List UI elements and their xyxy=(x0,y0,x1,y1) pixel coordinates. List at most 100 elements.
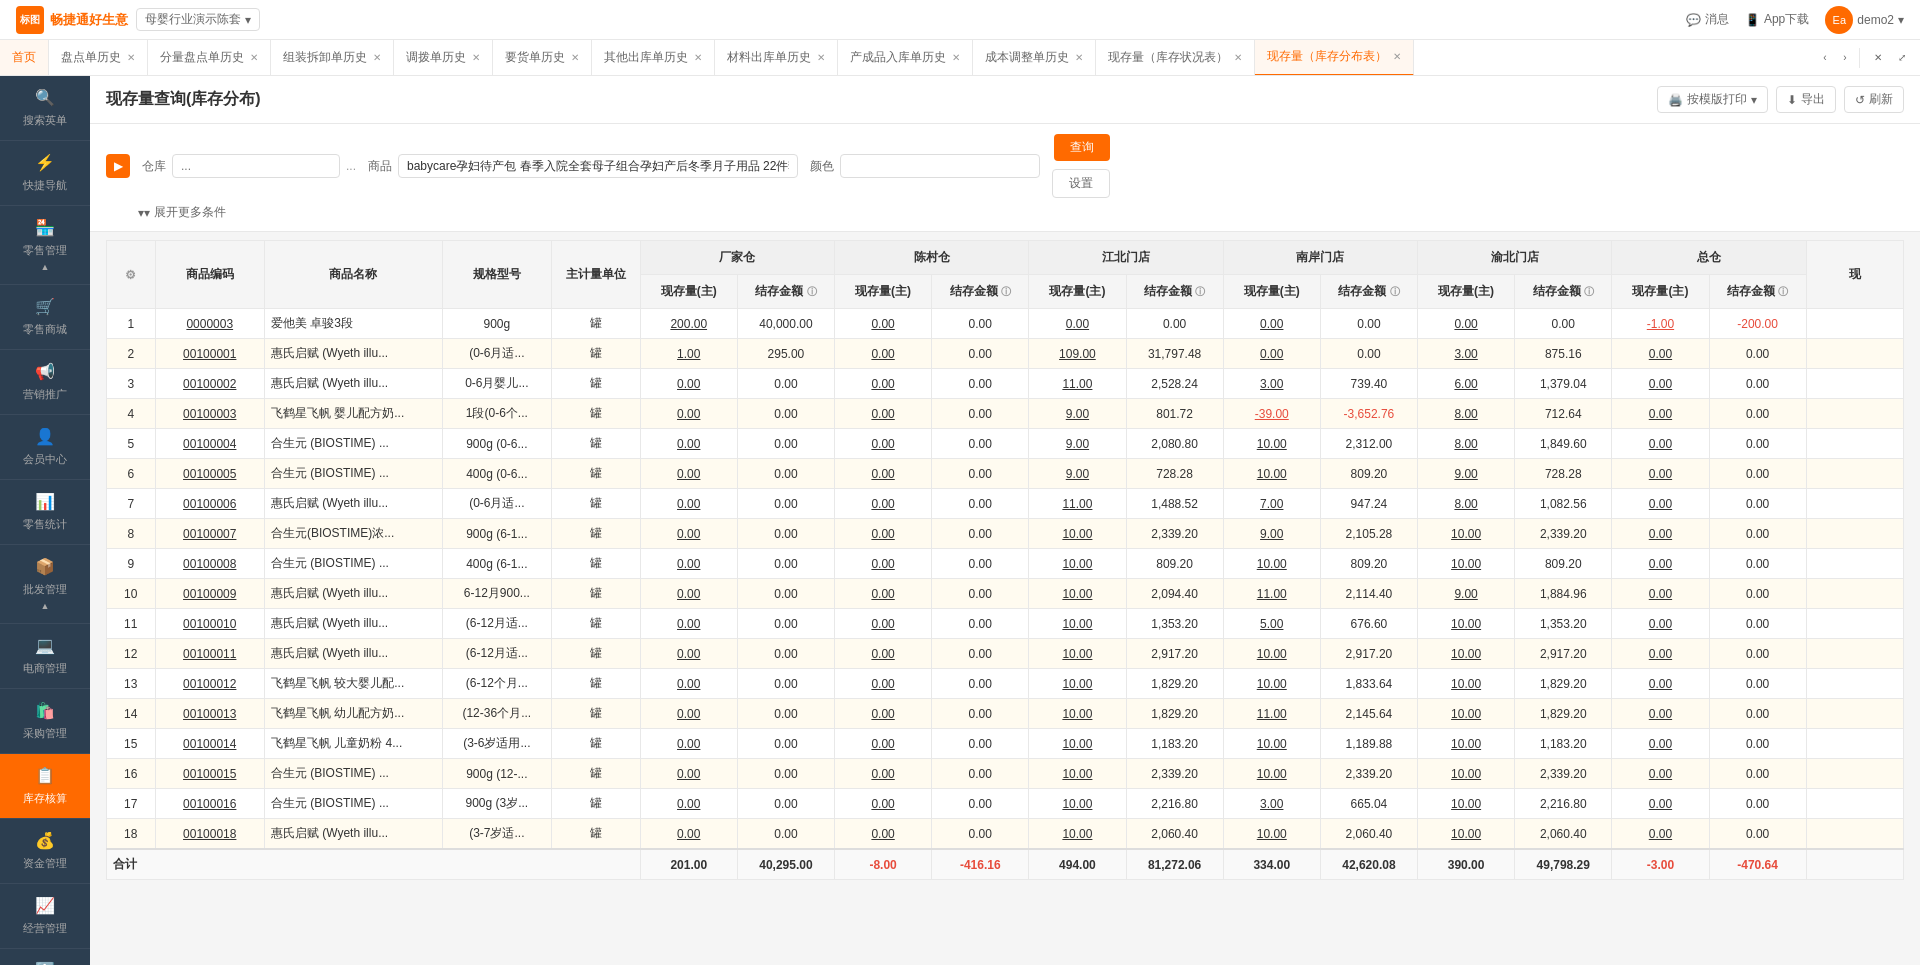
cell-code[interactable]: 00100014 xyxy=(155,729,264,759)
refresh-btn[interactable]: ↺ 刷新 xyxy=(1844,86,1904,113)
cell-code[interactable]: 00100008 xyxy=(155,549,264,579)
cell-f-stock[interactable]: 0.00 xyxy=(640,549,737,579)
nav-next-btn[interactable]: › xyxy=(1835,48,1855,68)
cell-t-stock[interactable]: 0.00 xyxy=(1612,669,1709,699)
cell-c-stock[interactable]: 0.00 xyxy=(834,819,931,850)
cell-c-stock[interactable]: 0.00 xyxy=(834,789,931,819)
cell-y-stock[interactable]: 10.00 xyxy=(1418,639,1515,669)
cell-f-stock[interactable]: 0.00 xyxy=(640,459,737,489)
cell-code[interactable]: 00100015 xyxy=(155,759,264,789)
nav-tab[interactable]: 材料出库单历史✕ xyxy=(715,40,838,76)
nav-tab[interactable]: 产成品入库单历史✕ xyxy=(838,40,973,76)
cell-y-stock[interactable]: 10.00 xyxy=(1418,609,1515,639)
cell-j-stock[interactable]: 10.00 xyxy=(1029,519,1126,549)
sidebar-item-电商管理[interactable]: 💻电商管理 xyxy=(0,624,90,689)
cell-code[interactable]: 00100013 xyxy=(155,699,264,729)
cell-y-stock[interactable]: 3.00 xyxy=(1418,339,1515,369)
cell-t-stock[interactable]: 0.00 xyxy=(1612,369,1709,399)
info-icon-4[interactable]: ⓘ xyxy=(1390,286,1400,297)
cell-code[interactable]: 00100012 xyxy=(155,669,264,699)
cell-code[interactable]: 00100004 xyxy=(155,429,264,459)
filter-collapse-btn[interactable]: ▶ xyxy=(106,154,130,178)
cell-f-stock[interactable]: 0.00 xyxy=(640,639,737,669)
cell-j-stock[interactable]: 11.00 xyxy=(1029,489,1126,519)
cell-f-stock[interactable]: 0.00 xyxy=(640,729,737,759)
cell-t-stock[interactable]: 0.00 xyxy=(1612,489,1709,519)
cell-c-stock[interactable]: 0.00 xyxy=(834,309,931,339)
cell-n-stock[interactable]: 10.00 xyxy=(1223,759,1320,789)
cell-code[interactable]: 0000003 xyxy=(155,309,264,339)
app-download-btn[interactable]: 📱 App下载 xyxy=(1745,11,1809,28)
cell-y-stock[interactable]: 8.00 xyxy=(1418,429,1515,459)
expand-condition-btn[interactable]: ▾▾ 展开更多条件 xyxy=(138,204,1904,221)
cell-j-stock[interactable]: 10.00 xyxy=(1029,789,1126,819)
info-icon-6[interactable]: ⓘ xyxy=(1778,286,1788,297)
cell-j-stock[interactable]: 10.00 xyxy=(1029,759,1126,789)
cell-f-stock[interactable]: 1.00 xyxy=(640,339,737,369)
cell-n-stock[interactable]: 10.00 xyxy=(1223,459,1320,489)
cell-y-stock[interactable]: 9.00 xyxy=(1418,459,1515,489)
cell-code[interactable]: 00100001 xyxy=(155,339,264,369)
cell-c-stock[interactable]: 0.00 xyxy=(834,459,931,489)
cell-t-stock[interactable]: 0.00 xyxy=(1612,699,1709,729)
cell-y-stock[interactable]: 6.00 xyxy=(1418,369,1515,399)
cell-t-stock[interactable]: -1.00 xyxy=(1612,309,1709,339)
cell-j-stock[interactable]: 0.00 xyxy=(1029,309,1126,339)
nav-tab[interactable]: 组装拆卸单历史✕ xyxy=(271,40,394,76)
tab-close-icon[interactable]: ✕ xyxy=(1393,51,1401,62)
cell-j-stock[interactable]: 9.00 xyxy=(1029,429,1126,459)
cell-j-stock[interactable]: 10.00 xyxy=(1029,729,1126,759)
setting-btn[interactable]: 设置 xyxy=(1052,169,1110,198)
cell-n-stock[interactable]: 7.00 xyxy=(1223,489,1320,519)
cell-t-stock[interactable]: 0.00 xyxy=(1612,759,1709,789)
cell-f-stock[interactable]: 0.00 xyxy=(640,699,737,729)
cell-c-stock[interactable]: 0.00 xyxy=(834,669,931,699)
cell-t-stock[interactable]: 0.00 xyxy=(1612,819,1709,850)
tab-close-icon[interactable]: ✕ xyxy=(127,52,135,63)
cell-n-stock[interactable]: 10.00 xyxy=(1223,669,1320,699)
nav-tab[interactable]: 盘点单历史✕ xyxy=(49,40,148,76)
cell-j-stock[interactable]: 11.00 xyxy=(1029,369,1126,399)
cell-t-stock[interactable]: 0.00 xyxy=(1612,579,1709,609)
cell-t-stock[interactable]: 0.00 xyxy=(1612,789,1709,819)
cell-c-stock[interactable]: 0.00 xyxy=(834,609,931,639)
cell-y-stock[interactable]: 10.00 xyxy=(1418,519,1515,549)
info-icon-2[interactable]: ⓘ xyxy=(1001,286,1011,297)
cell-j-stock[interactable]: 10.00 xyxy=(1029,639,1126,669)
org-selector[interactable]: 母婴行业演示陈套 ▾ xyxy=(136,8,260,31)
cell-y-stock[interactable]: 10.00 xyxy=(1418,669,1515,699)
cell-c-stock[interactable]: 0.00 xyxy=(834,549,931,579)
cell-t-stock[interactable]: 0.00 xyxy=(1612,549,1709,579)
color-input[interactable] xyxy=(840,154,1040,178)
cell-y-stock[interactable]: 10.00 xyxy=(1418,549,1515,579)
sidebar-item-经营管理[interactable]: 📈经营管理 xyxy=(0,884,90,949)
nav-tab[interactable]: 其他出库单历史✕ xyxy=(592,40,715,76)
cell-j-stock[interactable]: 109.00 xyxy=(1029,339,1126,369)
tab-close-icon[interactable]: ✕ xyxy=(571,52,579,63)
user-area[interactable]: Ea demo2 ▾ xyxy=(1825,6,1904,34)
cell-f-stock[interactable]: 0.00 xyxy=(640,759,737,789)
cell-code[interactable]: 00100003 xyxy=(155,399,264,429)
cell-t-stock[interactable]: 0.00 xyxy=(1612,459,1709,489)
cell-n-stock[interactable]: 9.00 xyxy=(1223,519,1320,549)
nav-tab[interactable]: 现存量（库存分布表）✕ xyxy=(1255,40,1414,76)
sidebar-item-采购管理[interactable]: 🛍️采购管理 xyxy=(0,689,90,754)
info-icon-5[interactable]: ⓘ xyxy=(1584,286,1594,297)
cell-n-stock[interactable]: 0.00 xyxy=(1223,309,1320,339)
cell-code[interactable]: 00100010 xyxy=(155,609,264,639)
cell-y-stock[interactable]: 10.00 xyxy=(1418,819,1515,850)
cell-c-stock[interactable]: 0.00 xyxy=(834,399,931,429)
cell-f-stock[interactable]: 0.00 xyxy=(640,819,737,850)
sidebar-item-零售管理[interactable]: 🏪零售管理▲ xyxy=(0,206,90,285)
cell-code[interactable]: 00100016 xyxy=(155,789,264,819)
sidebar-item-搜索英单[interactable]: 🔍搜索英单 xyxy=(0,76,90,141)
nav-tab[interactable]: 分量盘点单历史✕ xyxy=(148,40,271,76)
cell-c-stock[interactable]: 0.00 xyxy=(834,339,931,369)
cell-c-stock[interactable]: 0.00 xyxy=(834,639,931,669)
nav-close-all-btn[interactable]: ✕ xyxy=(1868,48,1888,68)
cell-t-stock[interactable]: 0.00 xyxy=(1612,429,1709,459)
cell-j-stock[interactable]: 10.00 xyxy=(1029,609,1126,639)
cell-n-stock[interactable]: -39.00 xyxy=(1223,399,1320,429)
cell-f-stock[interactable]: 0.00 xyxy=(640,579,737,609)
cell-n-stock[interactable]: 10.00 xyxy=(1223,429,1320,459)
